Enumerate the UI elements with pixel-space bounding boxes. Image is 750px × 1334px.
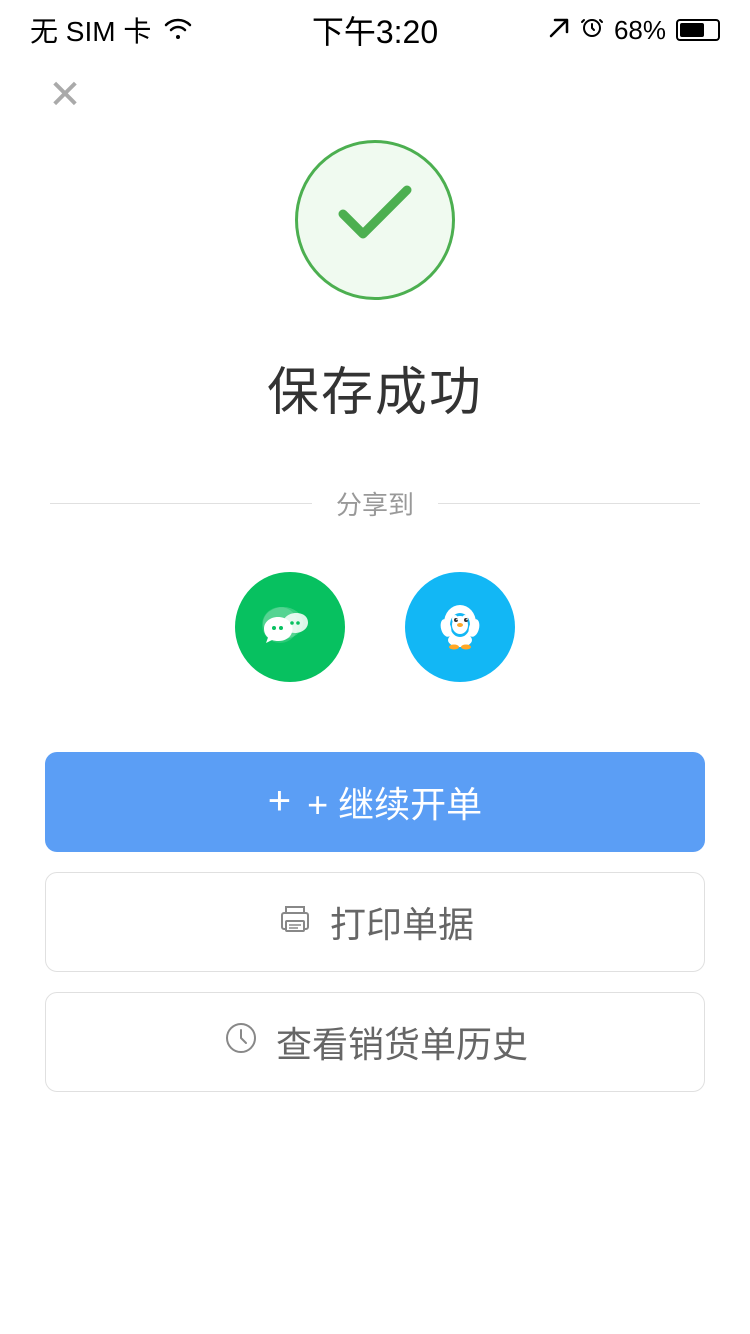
clock-icon <box>222 1019 260 1066</box>
main-content: 保存成功 分享到 <box>0 60 750 1092</box>
action-buttons: + + 继续开单 打印单据 查看销货单 <box>45 752 705 1092</box>
battery-icon <box>676 19 720 41</box>
alarm-icon <box>580 15 604 46</box>
close-icon: ✕ <box>48 72 82 118</box>
close-button[interactable]: ✕ <box>40 70 90 120</box>
continue-order-label: + 继续开单 <box>307 776 482 828</box>
printer-icon <box>276 899 314 946</box>
wechat-icon <box>258 595 323 660</box>
view-history-button[interactable]: 查看销货单历史 <box>45 992 705 1092</box>
success-title: 保存成功 <box>267 350 483 425</box>
location-icon <box>548 15 570 46</box>
print-receipt-button[interactable]: 打印单据 <box>45 872 705 972</box>
divider-right <box>438 503 700 504</box>
status-right: 68% <box>548 15 720 46</box>
share-label: 分享到 <box>312 485 438 522</box>
share-divider: 分享到 <box>0 485 750 522</box>
checkmark-icon <box>335 180 415 260</box>
status-time: 下午3:20 <box>312 7 438 53</box>
status-bar: 无 SIM 卡 下午3:20 68% <box>0 0 750 60</box>
qq-share-button[interactable] <box>405 572 515 682</box>
share-icons <box>235 572 515 682</box>
print-receipt-label: 打印单据 <box>330 896 474 948</box>
view-history-label: 查看销货单历史 <box>276 1016 528 1068</box>
status-left: 无 SIM 卡 <box>30 10 193 50</box>
battery-percentage: 68% <box>614 15 666 46</box>
divider-left <box>50 503 312 504</box>
qq-icon <box>428 595 493 660</box>
carrier-label: 无 SIM 卡 <box>30 10 151 50</box>
wifi-icon <box>163 14 193 46</box>
success-circle <box>295 140 455 300</box>
wechat-share-button[interactable] <box>235 572 345 682</box>
continue-order-button[interactable]: + + 继续开单 <box>45 752 705 852</box>
plus-icon: + <box>268 779 291 824</box>
